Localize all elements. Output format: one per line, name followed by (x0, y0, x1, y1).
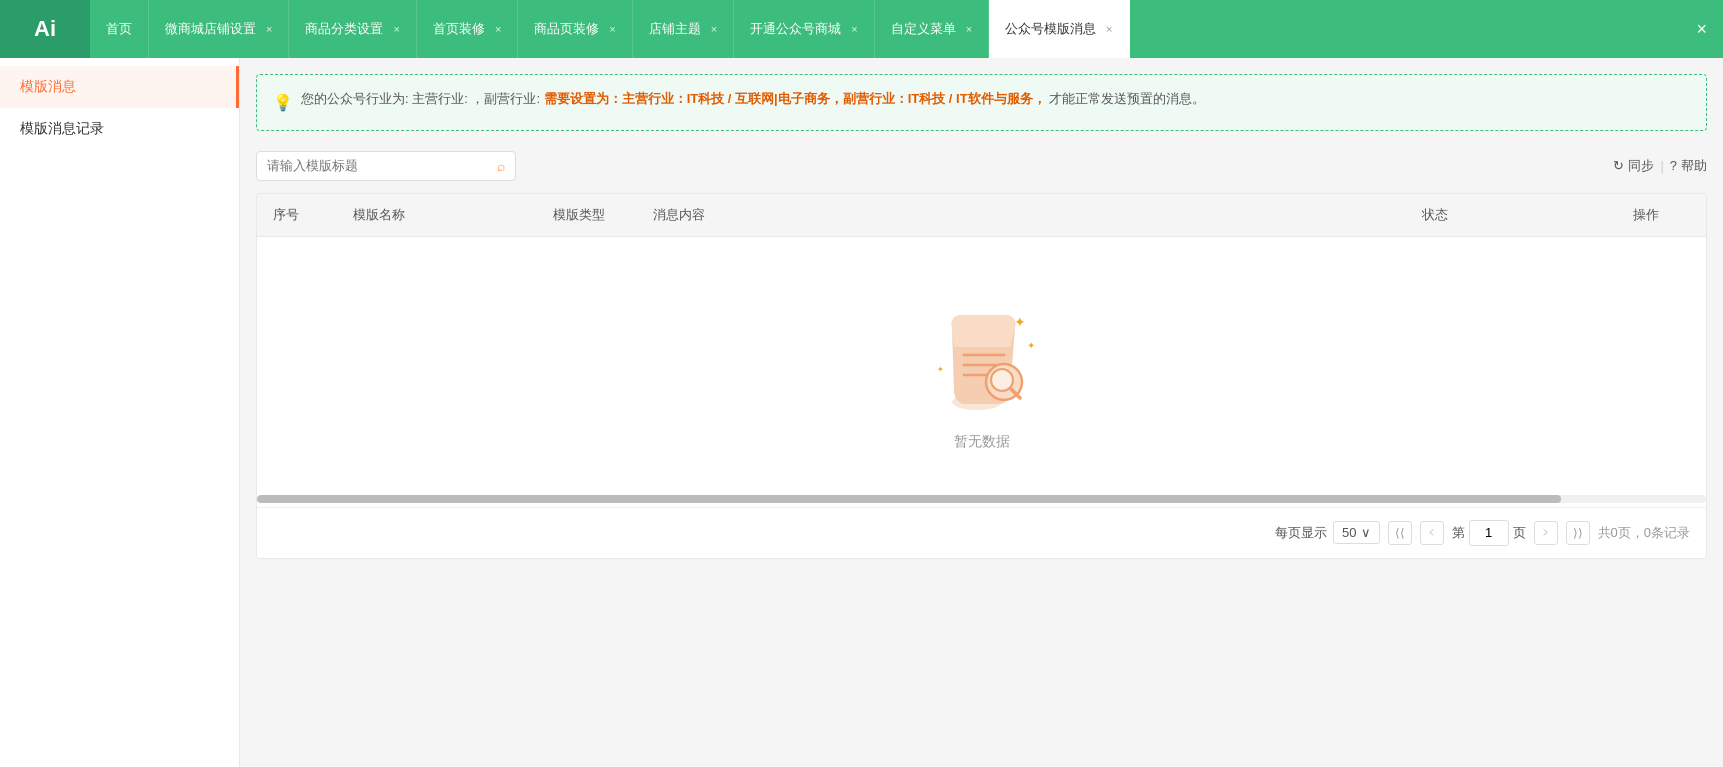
col-status: 状态 (1406, 194, 1586, 236)
svg-text:✦: ✦ (1014, 314, 1026, 330)
nav-tab-category[interactable]: 商品分类设置 × (289, 0, 416, 58)
col-action: 操作 (1586, 194, 1706, 236)
next-page-button[interactable]: ﹥ (1534, 521, 1558, 545)
tab-close-icon[interactable]: × (851, 24, 857, 35)
main-layout: 模版消息模版消息记录 💡 您的公众号行业为: 主营行业: ，副营行业: 需要设置… (0, 58, 1723, 767)
help-button[interactable]: ? 帮助 (1670, 157, 1707, 175)
col-type: 模版类型 (537, 194, 637, 236)
nav-tab-menu[interactable]: 自定义菜单 × (875, 0, 989, 58)
nav-tab-label: 开通公众号商城 (750, 20, 841, 38)
top-nav: Ai 首页微商城店铺设置×商品分类设置×首页装修×商品页装修×店铺主题×开通公众… (0, 0, 1723, 58)
nav-tab-template[interactable]: 公众号模版消息 × (989, 0, 1129, 58)
sync-label: 同步 (1628, 157, 1654, 175)
page-unit: 页 (1513, 524, 1526, 542)
table-scrollbar[interactable] (257, 495, 1706, 503)
nav-tab-label: 店铺主题 (649, 20, 701, 38)
tab-close-icon[interactable]: × (266, 24, 272, 35)
notice-box: 💡 您的公众号行业为: 主营行业: ，副营行业: 需要设置为：主营行业：IT科技… (256, 74, 1707, 131)
notice-icon: 💡 (273, 90, 293, 116)
nav-tab-label: 首页装修 (433, 20, 485, 38)
content-area: 💡 您的公众号行业为: 主营行业: ，副营行业: 需要设置为：主营行业：IT科技… (240, 58, 1723, 767)
close-all-button[interactable]: × (1680, 19, 1723, 40)
pagination: 每页显示 50 ∨ ⟨⟨ ﹤ 第 页 ﹥ ⟩⟩ 共0页，0条记录 (257, 507, 1706, 558)
logo: Ai (0, 0, 90, 58)
page-number-input[interactable] (1469, 520, 1509, 546)
svg-text:✦: ✦ (937, 365, 944, 374)
empty-text: 暂无数据 (954, 433, 1010, 451)
empty-state: ✦ ✦ ✦ 暂无数据 (257, 237, 1706, 491)
tab-close-icon[interactable]: × (393, 24, 399, 35)
prev-page-button[interactable]: ﹤ (1420, 521, 1444, 545)
nav-tab-label: 商品分类设置 (305, 20, 383, 38)
nav-tab-home[interactable]: 首页 (90, 0, 149, 58)
logo-text: Ai (34, 16, 56, 42)
page-total: 共0页，0条记录 (1598, 524, 1690, 542)
nav-tab-theme[interactable]: 店铺主题 × (633, 0, 734, 58)
toolbar-divider: | (1660, 158, 1663, 173)
col-seq: 序号 (257, 194, 337, 236)
page-size-value: 50 (1342, 525, 1356, 540)
nav-tab-wshop[interactable]: 微商城店铺设置 × (149, 0, 289, 58)
sidebar: 模版消息模版消息记录 (0, 58, 240, 767)
sync-icon: ↻ (1613, 158, 1624, 173)
col-content: 消息内容 (637, 194, 1406, 236)
nav-tab-homepage[interactable]: 首页装修 × (417, 0, 518, 58)
nav-tab-product[interactable]: 商品页装修 × (518, 0, 632, 58)
tab-close-icon[interactable]: × (966, 24, 972, 35)
page-input-wrap: 第 页 (1452, 520, 1526, 546)
page-label: 第 (1452, 524, 1465, 542)
tab-close-icon[interactable]: × (711, 24, 717, 35)
svg-text:✦: ✦ (1027, 340, 1035, 351)
scrollbar-thumb (257, 495, 1561, 503)
page-size-select-wrap: 每页显示 50 ∨ (1275, 521, 1379, 544)
sidebar-item-template-msg[interactable]: 模版消息 (0, 66, 239, 108)
first-page-button[interactable]: ⟨⟨ (1388, 521, 1412, 545)
nav-tab-label: 微商城店铺设置 (165, 20, 256, 38)
tab-close-icon[interactable]: × (1106, 24, 1112, 35)
notice-text: 您的公众号行业为: 主营行业: ，副营行业: 需要设置为：主营行业：IT科技 /… (301, 89, 1205, 110)
toolbar-right: ↻ 同步 | ? 帮助 (1613, 157, 1707, 175)
data-table: 序号 模版名称 模版类型 消息内容 状态 操作 (256, 193, 1707, 559)
page-size-select[interactable]: 50 ∨ (1333, 521, 1379, 544)
tab-close-icon[interactable]: × (495, 24, 501, 35)
chevron-down-icon: ∨ (1361, 525, 1371, 540)
table-header: 序号 模版名称 模版类型 消息内容 状态 操作 (257, 194, 1706, 237)
nav-tab-label: 自定义菜单 (891, 20, 956, 38)
notice-suffix: 才能正常发送预置的消息。 (1049, 91, 1205, 106)
last-page-button[interactable]: ⟩⟩ (1566, 521, 1590, 545)
search-button[interactable]: ⌕ (497, 158, 505, 174)
sidebar-item-template-log[interactable]: 模版消息记录 (0, 108, 239, 150)
search-bar: ⌕ ↻ 同步 | ? 帮助 (256, 151, 1707, 181)
notice-prefix: 您的公众号行业为: 主营行业: ，副营行业: (301, 91, 544, 106)
nav-tab-label: 商品页装修 (534, 20, 599, 38)
nav-tabs: 首页微商城店铺设置×商品分类设置×首页装修×商品页装修×店铺主题×开通公众号商城… (90, 0, 1680, 58)
nav-tab-mall[interactable]: 开通公众号商城 × (734, 0, 874, 58)
svg-point-5 (991, 369, 1013, 391)
page-size-label: 每页显示 (1275, 524, 1327, 542)
search-input-wrap[interactable]: ⌕ (256, 151, 516, 181)
tab-close-icon[interactable]: × (609, 24, 615, 35)
sync-button[interactable]: ↻ 同步 (1613, 157, 1654, 175)
nav-tab-label: 首页 (106, 20, 132, 38)
empty-illustration: ✦ ✦ ✦ (922, 297, 1042, 417)
notice-highlight: 需要设置为：主营行业：IT科技 / 互联网|电子商务，副营行业：IT科技 / I… (544, 91, 1046, 106)
nav-tab-label: 公众号模版消息 (1005, 20, 1096, 38)
help-label: 帮助 (1681, 157, 1707, 175)
search-input[interactable] (267, 158, 491, 173)
col-name: 模版名称 (337, 194, 537, 236)
help-icon: ? (1670, 158, 1677, 173)
